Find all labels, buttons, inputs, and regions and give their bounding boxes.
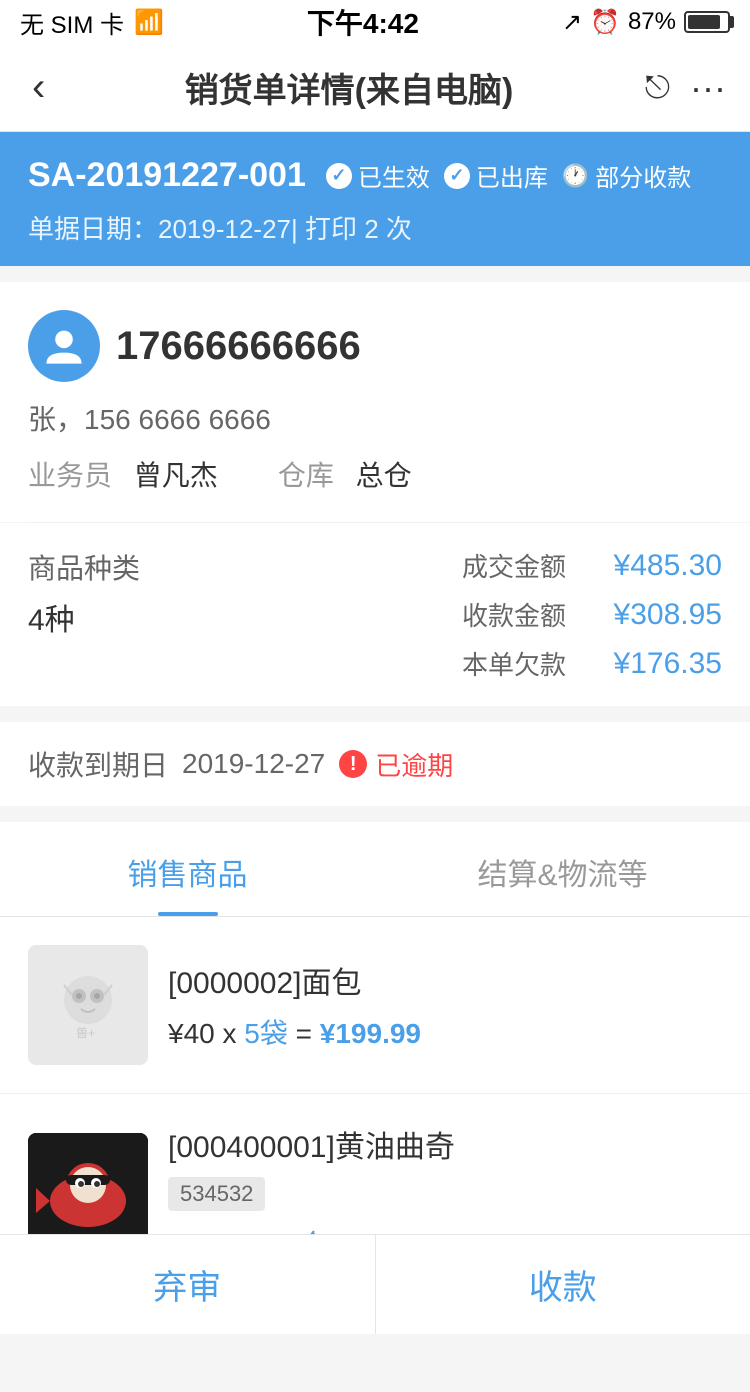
amount-row: 成交金额 ¥485.30 bbox=[462, 547, 722, 584]
order-header: SA-20191227-001 ✓ 已生效 ✓ 已出库 🕐 部分收款 单据日期：… bbox=[0, 132, 750, 266]
customer-name: 张，156 6666 6666 bbox=[28, 398, 722, 438]
nav-actions: ⎋ ··· bbox=[645, 67, 726, 109]
product-type-value: 4种 bbox=[28, 595, 140, 639]
badge-shipped: ✓ 已出库 bbox=[444, 158, 548, 193]
overdue-badge: ! 已逾期 bbox=[339, 746, 453, 783]
time-display: 下午4:42 bbox=[307, 2, 419, 42]
tab-sales-products[interactable]: 销售商品 bbox=[0, 822, 375, 916]
badge-partial: 🕐 部分收款 bbox=[562, 158, 691, 193]
summary-right: 成交金额 ¥485.30 收款金额 ¥308.95 本单欠款 ¥176.35 bbox=[462, 547, 722, 682]
overdue-icon: ! bbox=[339, 750, 367, 778]
overdue-text: 已逾期 bbox=[375, 746, 453, 783]
order-id: SA-20191227-001 bbox=[28, 156, 306, 195]
customer-row: 17666666666 bbox=[28, 310, 722, 382]
owed-row: 本单欠款 ¥176.35 bbox=[462, 645, 722, 682]
tabs-row: 销售商品 结算&物流等 bbox=[0, 822, 750, 917]
product-name-1: [0000002]面包 bbox=[168, 958, 722, 1002]
customer-avatar bbox=[28, 310, 100, 382]
sales-info: 业务员 曾凡杰 bbox=[28, 454, 218, 494]
wifi-icon: 📶 bbox=[134, 8, 164, 37]
status-bar: 无 SIM 卡 📶 下午4:42 ↗ ⏰ 87% bbox=[0, 0, 750, 44]
confirm-button[interactable]: 收款 bbox=[376, 1235, 750, 1334]
battery-icon bbox=[684, 11, 730, 33]
alarm-icon: ⏰ bbox=[590, 8, 620, 37]
due-date-value: 2019-12-27 bbox=[182, 748, 325, 780]
due-section: 收款到期日 2019-12-27 ! 已逾期 bbox=[0, 722, 750, 806]
back-button[interactable]: ‹ bbox=[24, 57, 53, 118]
summary-left: 商品种类 4种 bbox=[28, 547, 140, 639]
carrier-text: 无 SIM 卡 bbox=[20, 5, 124, 40]
svg-text:兽+: 兽+ bbox=[76, 1026, 95, 1040]
product-name-2: [000400001]黄油曲奇 bbox=[168, 1122, 722, 1166]
product-type-label: 商品种类 bbox=[28, 547, 140, 587]
status-bar-right: ↗ ⏰ 87% bbox=[562, 8, 730, 37]
product-price-1: ¥40 x 5袋 = ¥199.99 bbox=[168, 1012, 722, 1052]
customer-phone: 17666666666 bbox=[116, 324, 361, 369]
tabs-section: 销售商品 结算&物流等 bbox=[0, 822, 750, 917]
status-bar-left: 无 SIM 卡 📶 bbox=[20, 5, 164, 40]
check-icon: ✓ bbox=[326, 163, 352, 189]
page-title: 销货单详情(来自电脑) bbox=[185, 63, 514, 112]
warehouse-info: 仓库 总仓 bbox=[278, 454, 412, 494]
customer-meta: 业务员 曾凡杰 仓库 总仓 bbox=[28, 454, 722, 494]
order-badges: ✓ 已生效 ✓ 已出库 🕐 部分收款 bbox=[326, 158, 691, 193]
location-icon: ↗ bbox=[562, 8, 582, 37]
product-image-1: 兽+ bbox=[28, 945, 148, 1065]
product-item: 兽+ [0000002]面包 ¥40 x 5袋 = ¥199.99 bbox=[0, 917, 750, 1094]
check-icon-2: ✓ bbox=[444, 163, 470, 189]
battery-percent: 87% bbox=[628, 8, 676, 36]
cancel-button[interactable]: 弃审 bbox=[0, 1235, 376, 1334]
order-date-row: 单据日期：2019-12-27| 打印 2 次 bbox=[28, 209, 722, 246]
customer-section: 17666666666 张，156 6666 6666 业务员 曾凡杰 仓库 总… bbox=[0, 282, 750, 522]
product-info-1: [0000002]面包 ¥40 x 5袋 = ¥199.99 bbox=[168, 958, 722, 1052]
received-row: 收款金额 ¥308.95 bbox=[462, 596, 722, 633]
tab-settlement[interactable]: 结算&物流等 bbox=[375, 822, 750, 916]
summary-section: 商品种类 4种 成交金额 ¥485.30 收款金额 ¥308.95 本单欠款 ¥… bbox=[0, 523, 750, 706]
product-sku: 534532 bbox=[168, 1177, 265, 1211]
nav-bar: ‹ 销货单详情(来自电脑) ⎋ ··· bbox=[0, 44, 750, 132]
more-icon[interactable]: ··· bbox=[690, 67, 726, 109]
share-icon[interactable]: ⎋ bbox=[645, 69, 670, 107]
clock-icon: 🕐 bbox=[562, 163, 589, 189]
due-date-label: 收款到期日 bbox=[28, 744, 168, 784]
badge-effective: ✓ 已生效 bbox=[326, 158, 430, 193]
bottom-bar: 弃审 收款 bbox=[0, 1234, 750, 1334]
